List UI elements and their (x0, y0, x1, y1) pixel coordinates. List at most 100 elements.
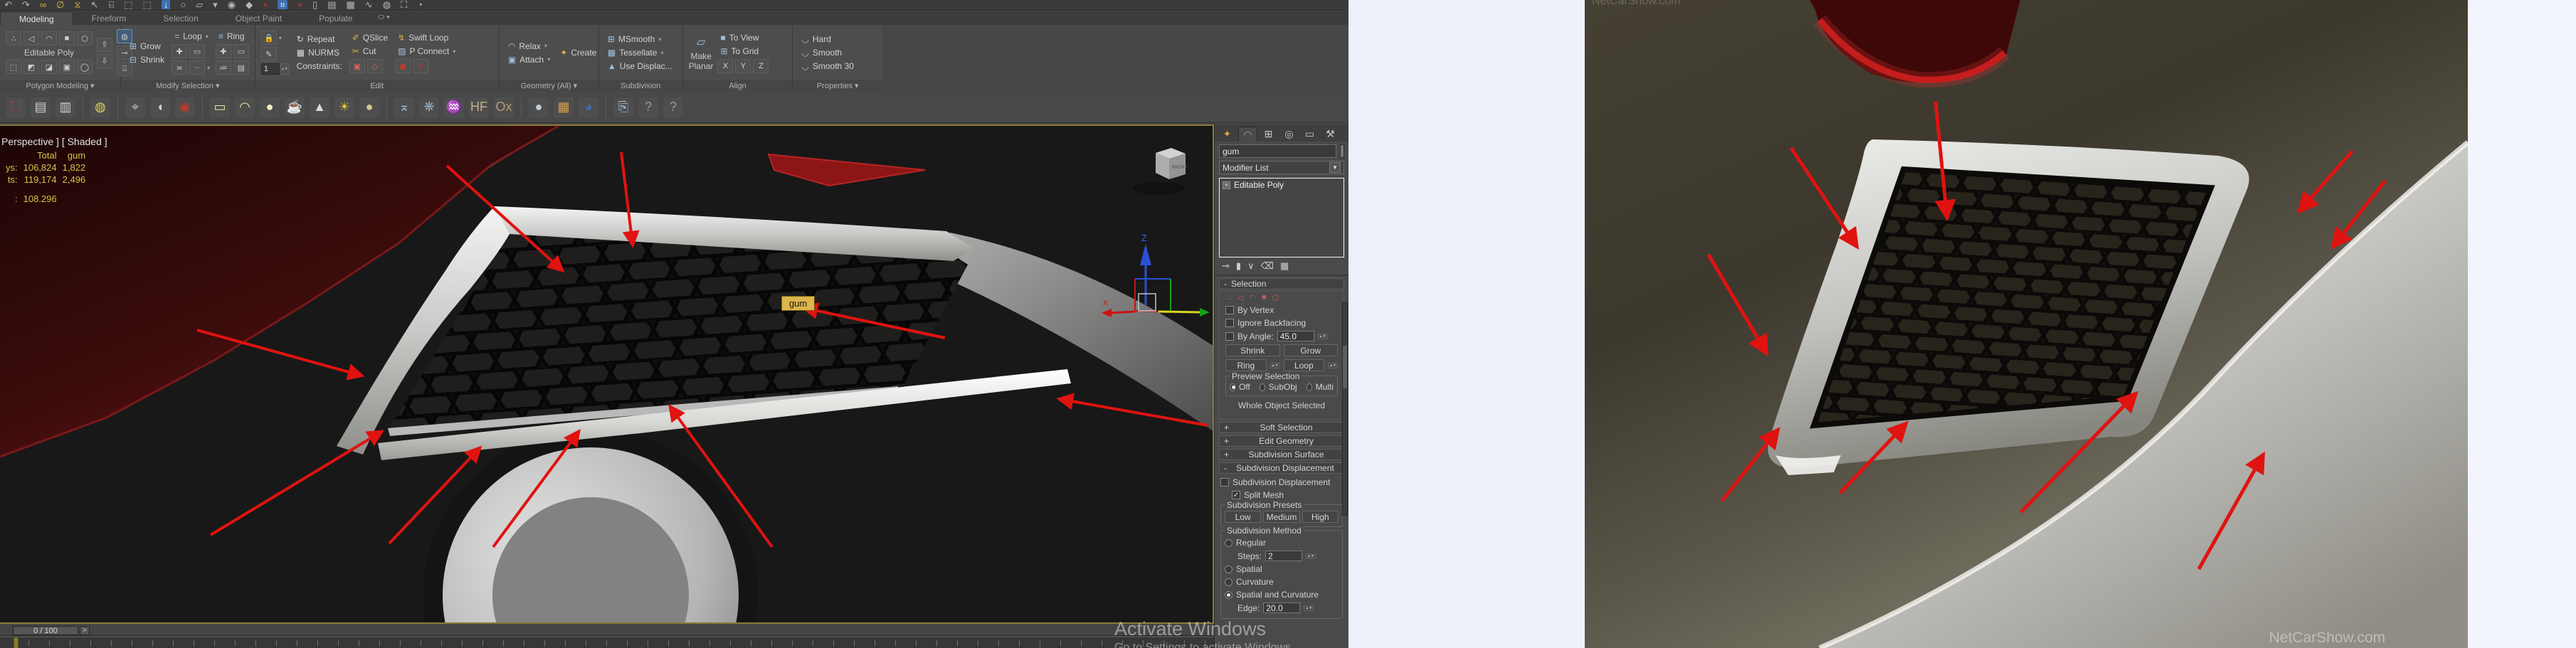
rollout-subdivision-surface[interactable]: + Subdivision Surface (1219, 449, 1344, 460)
make-planar-button[interactable]: Make Planar (689, 51, 714, 71)
spinner-arrows-icon[interactable]: ▲▼ (1328, 362, 1338, 368)
rollout-subdivision-displacement[interactable]: - Subdivision Displacement (1219, 462, 1344, 474)
camera-view-icon[interactable]: ◖ (150, 97, 170, 117)
rect-selection-icon[interactable]: ⬚ (124, 0, 132, 9)
tab-motion[interactable]: ◎ (1279, 127, 1299, 142)
cut-button[interactable]: ✂ Cut (349, 46, 391, 57)
loop-button[interactable]: = Loop ▾ (171, 31, 211, 42)
render-icon[interactable]: ◔ (417, 0, 423, 9)
next-frame-button[interactable]: > (80, 626, 90, 635)
by-angle-value[interactable]: 45.0 (1277, 331, 1314, 341)
panel-label-properties[interactable]: Properties ▾ (793, 80, 882, 91)
object-name-field[interactable] (1219, 144, 1336, 158)
ring-selection-button[interactable]: Ring (1225, 359, 1267, 371)
loop-grow-icon[interactable]: ✚ (171, 44, 188, 58)
select-manipulate-icon[interactable]: ◆ (246, 0, 253, 9)
light-lister-icon[interactable]: ▤ (31, 97, 51, 117)
fur-icon[interactable]: Ox (494, 97, 514, 117)
preset-low-button[interactable]: Low (1225, 511, 1262, 523)
layer-list-icon[interactable]: ▥ (56, 97, 75, 117)
modifier-stack[interactable]: + Editable Poly (1219, 178, 1344, 257)
modifier-list-dropdown[interactable]: Modifier List ▼ (1219, 161, 1344, 174)
pin-stack-icon[interactable]: ⊸ (1222, 260, 1230, 272)
select-and-scale-icon[interactable]: ▱ (196, 0, 203, 9)
layer-manager-icon[interactable]: ▦ (347, 0, 355, 9)
cone-icon[interactable]: ▲ (310, 97, 329, 117)
unlink-icon[interactable]: ∅ (56, 0, 64, 9)
align-y-button[interactable]: Y (735, 59, 751, 73)
pm-icon-5[interactable]: ◯ (77, 60, 93, 74)
pm-icon-3[interactable]: ◪ (41, 60, 57, 74)
tab-freeform[interactable]: Freeform (73, 11, 145, 25)
expand-plus-icon[interactable]: + (1223, 181, 1230, 189)
teapot-icon[interactable]: ☕ (285, 97, 305, 117)
loop-mode-icon[interactable]: ≍ (171, 60, 188, 75)
nurms-button[interactable]: ▦ NURMS (294, 47, 345, 58)
object-color-swatch[interactable] (1340, 144, 1344, 158)
tab-display[interactable]: ▭ (1300, 127, 1319, 142)
constraint-face-icon[interactable]: ◇ (366, 59, 383, 73)
repeat-button[interactable]: ↻ Repeat (294, 33, 345, 45)
hair-icon[interactable]: HF (469, 97, 489, 117)
material-editor-icon[interactable]: ◍ (383, 0, 391, 9)
p-connect-button[interactable]: ▨ P Connect ▾ (395, 46, 458, 57)
rollout-selection[interactable]: - Selection (1219, 278, 1344, 290)
panel-label-geometry-all[interactable]: Geometry (All) ▾ (499, 80, 598, 91)
radio-regular[interactable] (1225, 538, 1232, 547)
tab-create[interactable]: ✦ (1218, 127, 1237, 142)
next-mod-icon[interactable]: ⇧ (97, 37, 112, 52)
spacewarp-icon[interactable]: ⌅ (394, 97, 414, 117)
dot-loop-icon[interactable]: -- (189, 60, 206, 75)
border-mode-icon[interactable]: ◠ (41, 31, 57, 46)
grass-icon[interactable]: ♒ (444, 97, 464, 117)
help-icon[interactable]: ? (638, 97, 658, 117)
border-subobj-icon[interactable]: ◠ (1249, 293, 1256, 302)
pm-icon-2[interactable]: ◩ (23, 60, 39, 74)
by-angle-checkbox[interactable]: By Angle: 45.0 ▲▼ (1220, 329, 1344, 343)
preview-subobj-icon[interactable]: ⬚ (6, 60, 21, 74)
perspective-viewport[interactable]: RIGHT Z X Perspective] [Shaded] Total… (0, 124, 1214, 624)
checkbox-icon[interactable] (1225, 306, 1234, 314)
ring-grow-icon[interactable]: ✚ (215, 44, 231, 58)
radio-off[interactable] (1230, 383, 1235, 391)
frame-marker[interactable] (14, 637, 19, 648)
constraint-edge-icon[interactable]: ▣ (349, 59, 365, 73)
tab-populate[interactable]: Populate (300, 11, 371, 25)
rollout-soft-selection[interactable]: + Soft Selection (1219, 422, 1344, 433)
selection-sphere-icon[interactable]: ◕ (579, 97, 598, 117)
edit-spinner[interactable]: 1 ▲▼ (260, 63, 290, 75)
element-mode-icon[interactable]: ⬡ (77, 31, 93, 46)
tab-modeling[interactable]: Modeling (0, 11, 73, 25)
camera-tripod-icon[interactable]: ⌖ (125, 97, 145, 117)
show-end-result-icon[interactable]: ▮ (1236, 260, 1241, 272)
ring-button[interactable]: ≡ Ring (216, 31, 249, 42)
tab-modify[interactable]: ◠ (1238, 127, 1257, 142)
polygon-mode-icon[interactable]: ■ (59, 31, 75, 46)
select-by-name-icon[interactable]: ⍇ (108, 0, 114, 9)
align-z-button[interactable]: Z (753, 59, 769, 73)
tab-object-paint[interactable]: Object Paint (217, 11, 300, 25)
viewport-label[interactable]: Perspective ] [ Shaded ] (1, 136, 107, 147)
undo-icon[interactable]: ↶ (4, 0, 12, 9)
stack-item-editable-poly[interactable]: + Editable Poly (1220, 179, 1344, 191)
spinner-arrows-icon[interactable]: ▲▼ (1269, 362, 1280, 368)
batch-render-icon[interactable]: ⎘ (613, 97, 633, 117)
select-and-rotate-icon[interactable]: ○ (180, 0, 186, 9)
rock-icon[interactable]: ❋ (419, 97, 439, 117)
radio-curvature[interactable] (1225, 578, 1232, 586)
panel-label-subdivision[interactable]: Subdivision (598, 80, 682, 91)
preset-high-button[interactable]: High (1302, 511, 1339, 523)
to-view-button[interactable]: ■ To View (717, 32, 769, 43)
subdivision-displacement-checkbox[interactable]: Subdivision Displacement (1215, 474, 1348, 489)
gray-sphere-icon[interactable]: ● (529, 97, 549, 117)
curve-editor-icon[interactable]: ∿ (365, 0, 373, 9)
tweak-icon[interactable]: ✎ (260, 47, 277, 61)
sun-icon[interactable]: ☀ (334, 97, 354, 117)
ribbon-overflow-button[interactable]: ⬭ ▾ (371, 11, 397, 25)
prev-mod-icon[interactable]: ⇩ (97, 53, 112, 68)
loop-selection-button[interactable]: Loop (1283, 359, 1325, 371)
ignore-backfacing-checkbox[interactable]: Ignore Backfacing (1220, 317, 1344, 329)
panel-label-align[interactable]: Align (682, 80, 793, 91)
rollout-edit-geometry[interactable]: + Edit Geometry (1219, 435, 1344, 447)
element-subobj-icon[interactable]: ⬡ (1272, 293, 1279, 302)
